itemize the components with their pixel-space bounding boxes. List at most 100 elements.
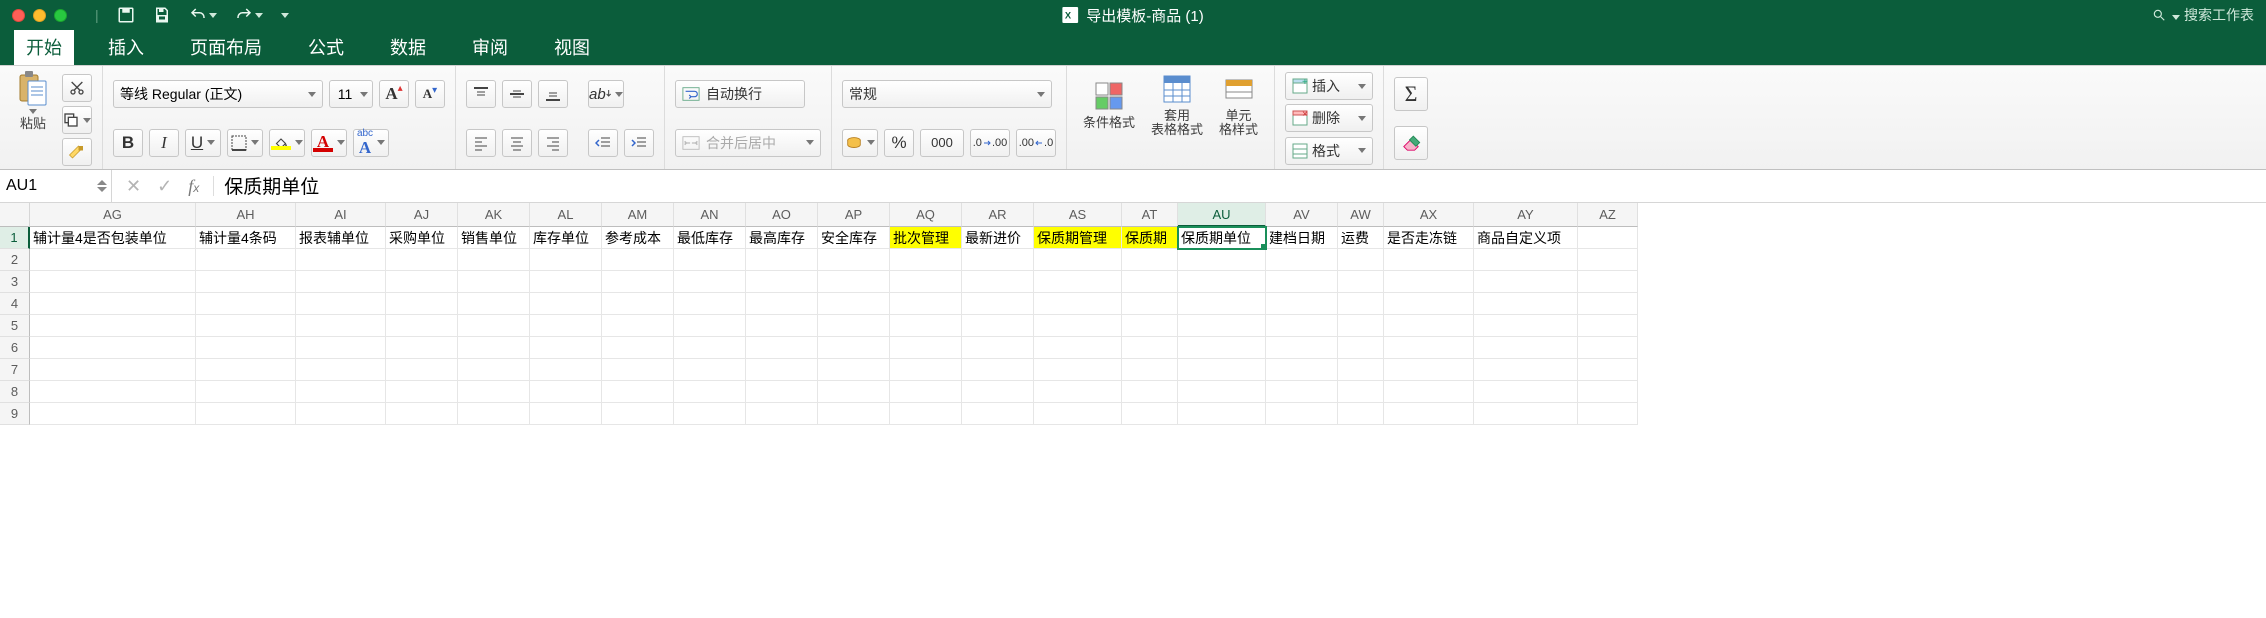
cell[interactable] xyxy=(674,359,746,381)
italic-button[interactable]: I xyxy=(149,129,179,157)
cell[interactable] xyxy=(1266,293,1338,315)
cell[interactable] xyxy=(674,403,746,425)
row-header[interactable]: 9 xyxy=(0,403,30,425)
cell[interactable] xyxy=(962,271,1034,293)
qat-customize-button[interactable] xyxy=(281,13,289,18)
column-header[interactable]: AM xyxy=(602,203,674,227)
cell[interactable] xyxy=(296,293,386,315)
cell[interactable] xyxy=(1338,337,1384,359)
cell[interactable] xyxy=(530,271,602,293)
cell[interactable]: 商品自定义项 xyxy=(1474,227,1578,249)
cell[interactable] xyxy=(962,337,1034,359)
percent-format-button[interactable]: % xyxy=(884,129,914,157)
fill-color-button[interactable] xyxy=(269,129,305,157)
cells-area[interactable]: 辅计量4是否包装单位辅计量4条码报表辅单位采购单位销售单位库存单位参考成本最低库… xyxy=(30,227,1638,425)
cell[interactable] xyxy=(1178,359,1266,381)
cell[interactable] xyxy=(1474,315,1578,337)
cell[interactable] xyxy=(530,381,602,403)
row-header[interactable]: 1 xyxy=(0,227,30,249)
cell[interactable] xyxy=(1474,381,1578,403)
cell[interactable] xyxy=(1178,315,1266,337)
cell[interactable] xyxy=(1578,271,1638,293)
cell[interactable] xyxy=(1034,293,1122,315)
cell[interactable] xyxy=(746,381,818,403)
insert-cells-button[interactable]: +插入 xyxy=(1285,72,1373,100)
column-header[interactable]: AJ xyxy=(386,203,458,227)
column-header[interactable]: AI xyxy=(296,203,386,227)
cell[interactable] xyxy=(1122,381,1178,403)
font-family-input[interactable] xyxy=(120,86,304,102)
comma-format-button[interactable]: 000 xyxy=(920,129,964,157)
cell[interactable] xyxy=(1178,271,1266,293)
formula-input[interactable] xyxy=(224,174,2266,196)
cell[interactable] xyxy=(530,293,602,315)
align-top-button[interactable] xyxy=(466,80,496,108)
align-center-button[interactable] xyxy=(502,129,532,157)
cell[interactable] xyxy=(890,359,962,381)
cell[interactable] xyxy=(818,315,890,337)
cut-button[interactable] xyxy=(62,74,92,102)
tab-review[interactable]: 审阅 xyxy=(460,28,520,65)
cell[interactable] xyxy=(1034,381,1122,403)
worksheet-grid[interactable]: AGAHAIAJAKALAMANAOAPAQARASATAUAVAWAXAYAZ… xyxy=(0,203,2266,618)
cell[interactable] xyxy=(1122,359,1178,381)
cell[interactable] xyxy=(1122,337,1178,359)
save-as-button[interactable] xyxy=(117,6,135,24)
column-header[interactable]: AN xyxy=(674,203,746,227)
cell[interactable] xyxy=(1474,359,1578,381)
cell[interactable] xyxy=(30,315,196,337)
cell[interactable] xyxy=(674,293,746,315)
cell[interactable] xyxy=(1338,249,1384,271)
cell[interactable] xyxy=(458,337,530,359)
cell[interactable]: 辅计量4是否包装单位 xyxy=(30,227,196,249)
cell[interactable]: 运费 xyxy=(1338,227,1384,249)
cell[interactable] xyxy=(1122,271,1178,293)
cell[interactable] xyxy=(296,359,386,381)
cell[interactable] xyxy=(196,249,296,271)
cell[interactable] xyxy=(674,337,746,359)
cell[interactable] xyxy=(746,315,818,337)
cell[interactable] xyxy=(458,381,530,403)
cell[interactable] xyxy=(602,403,674,425)
cell[interactable] xyxy=(962,403,1034,425)
name-box-input[interactable] xyxy=(6,177,76,195)
column-header[interactable]: AS xyxy=(1034,203,1122,227)
decrease-decimal-button[interactable]: .00.0 xyxy=(1016,129,1056,157)
cell[interactable] xyxy=(962,359,1034,381)
cell[interactable] xyxy=(818,381,890,403)
cell[interactable] xyxy=(1474,337,1578,359)
cell[interactable] xyxy=(890,315,962,337)
cell[interactable] xyxy=(1384,315,1474,337)
cell[interactable]: 最新进价 xyxy=(962,227,1034,249)
paste-dropdown-icon[interactable] xyxy=(29,109,37,114)
accounting-format-button[interactable] xyxy=(842,129,878,157)
cell[interactable] xyxy=(458,359,530,381)
row-header[interactable]: 4 xyxy=(0,293,30,315)
cell[interactable] xyxy=(890,403,962,425)
font-family-combo[interactable] xyxy=(113,80,323,108)
format-painter-button[interactable] xyxy=(62,138,92,166)
row-header[interactable]: 7 xyxy=(0,359,30,381)
cell[interactable] xyxy=(602,315,674,337)
formula-input-wrap[interactable] xyxy=(214,174,2266,198)
cell[interactable] xyxy=(1384,271,1474,293)
cell[interactable] xyxy=(818,403,890,425)
cell[interactable] xyxy=(1178,403,1266,425)
cell[interactable]: 最高库存 xyxy=(746,227,818,249)
cell[interactable] xyxy=(746,249,818,271)
cell[interactable] xyxy=(1122,249,1178,271)
cell[interactable] xyxy=(962,293,1034,315)
cell[interactable] xyxy=(1384,381,1474,403)
number-format-combo[interactable]: 常规 xyxy=(842,80,1052,108)
cell[interactable] xyxy=(296,249,386,271)
redo-button[interactable] xyxy=(235,6,263,24)
cell[interactable] xyxy=(296,271,386,293)
column-headers[interactable]: AGAHAIAJAKALAMANAOAPAQARASATAUAVAWAXAYAZ xyxy=(0,203,2266,227)
cell[interactable] xyxy=(1266,249,1338,271)
cell[interactable]: 库存单位 xyxy=(530,227,602,249)
cell[interactable] xyxy=(1578,381,1638,403)
cell[interactable] xyxy=(1474,249,1578,271)
cell[interactable] xyxy=(296,315,386,337)
cell[interactable] xyxy=(386,337,458,359)
column-header[interactable]: AP xyxy=(818,203,890,227)
